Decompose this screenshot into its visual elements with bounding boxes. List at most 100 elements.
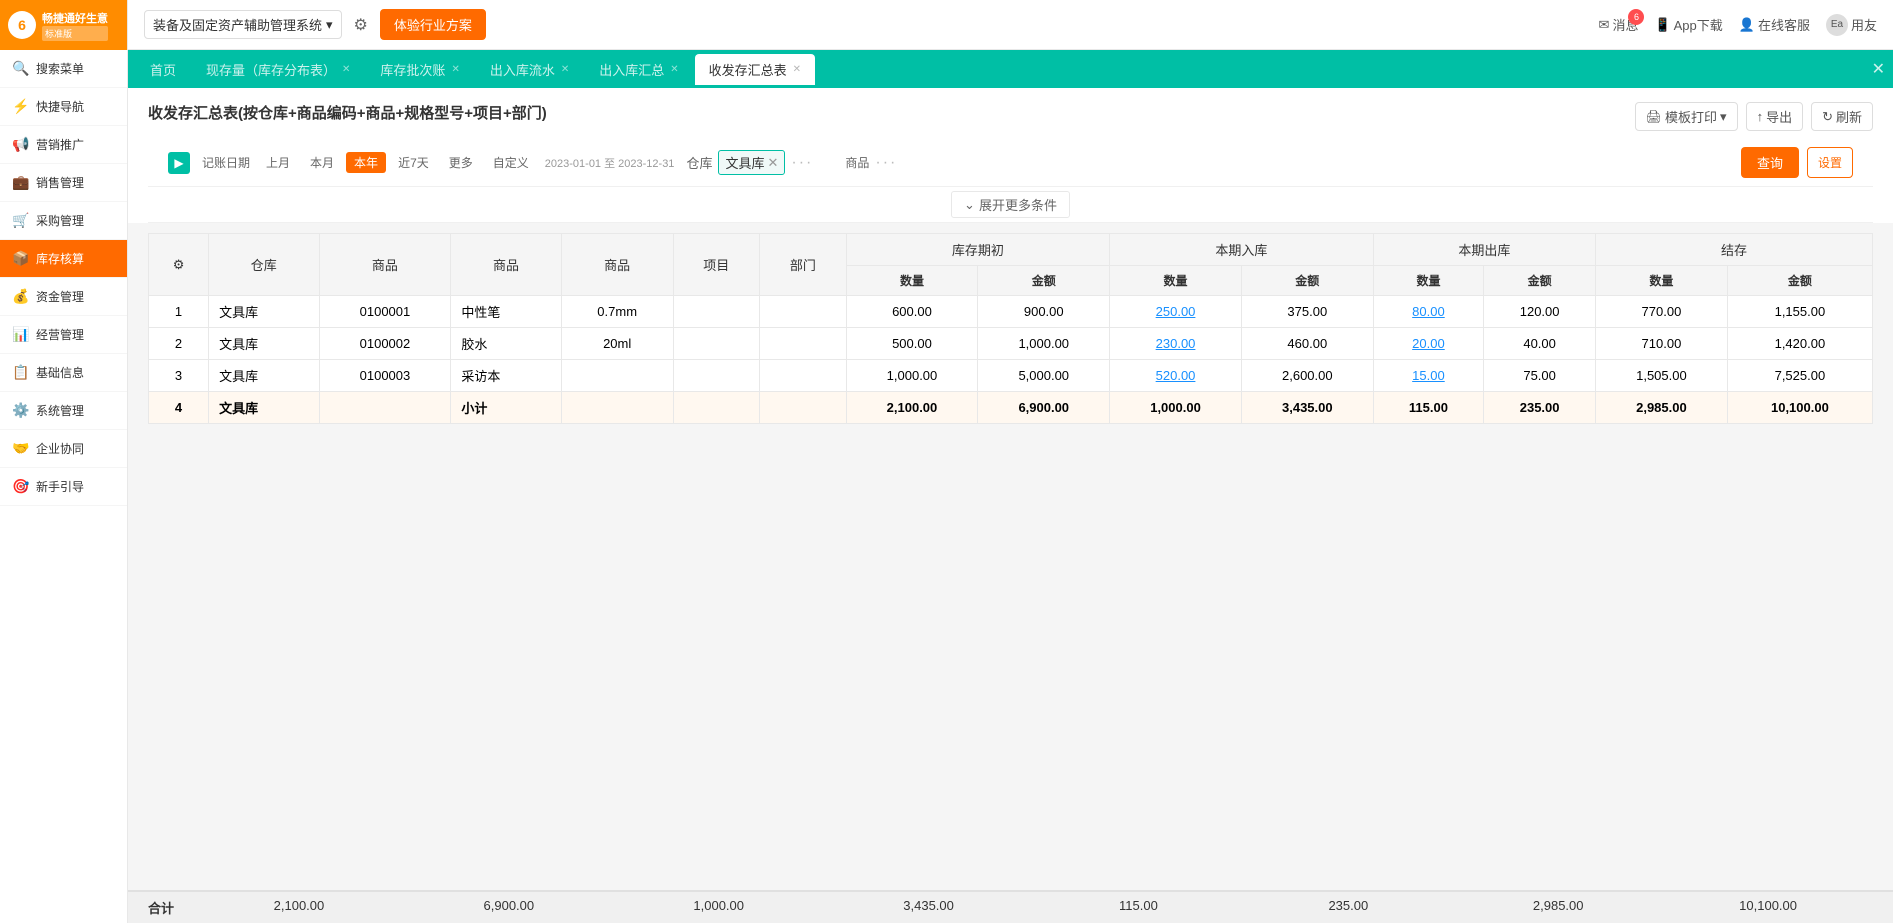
table-cell: 115.00 — [1373, 392, 1484, 424]
tab-close-5[interactable]: ✕ — [793, 64, 801, 75]
table-cell[interactable]: 80.00 — [1373, 296, 1484, 328]
settings-col-header[interactable]: ⚙ — [149, 234, 209, 296]
warehouse-tag[interactable]: 文具库 ✕ — [718, 150, 785, 175]
product-more-icon[interactable]: ··· — [875, 154, 897, 172]
settings-icon[interactable]: ⚙ — [354, 15, 368, 35]
message-badge: 6 — [1628, 9, 1644, 25]
open-amt-header: 金额 — [978, 266, 1110, 296]
tabbar: 首页现存量（库存分布表）✕库存批次账✕出入库流水✕出入库汇总✕收发存汇总表✕ ✕ — [128, 50, 1893, 88]
print-icon: 🖨 — [1646, 109, 1663, 125]
tab-2[interactable]: 库存批次账 ✕ — [366, 54, 473, 85]
sidebar-item-finance[interactable]: 💰资金管理 — [0, 278, 127, 316]
sidebar-item-system[interactable]: ⚙️系统管理 — [0, 392, 127, 430]
user-avatar: Ea — [1826, 14, 1848, 36]
sidebar-item-quick-nav[interactable]: ⚡快捷导航 — [0, 88, 127, 126]
row-warehouse: 文具库 — [209, 360, 319, 392]
warehouse-more-icon[interactable]: ··· — [791, 154, 813, 172]
sidebar-item-sales[interactable]: 💼销售管理 — [0, 164, 127, 202]
sidebar-label-search: 搜索菜单 — [36, 60, 84, 77]
date-opt-更多[interactable]: 更多 — [441, 152, 481, 173]
warehouse-filter: 仓库 文具库 ✕ ··· — [686, 150, 813, 175]
app-download-button[interactable]: 📱 App下载 — [1654, 15, 1722, 34]
row-bal-qty: 2,985.00 — [1596, 392, 1728, 424]
row-bal-qty: 770.00 — [1596, 296, 1728, 328]
date-opt-本月[interactable]: 本月 — [302, 152, 342, 173]
sidebar-label-inventory: 库存核算 — [36, 250, 84, 267]
spec-col-header: 商品 — [561, 234, 673, 296]
row-name: 胶水 — [451, 328, 561, 360]
sidebar-label-purchase: 采购管理 — [36, 212, 84, 229]
close-all-tabs-button[interactable]: ✕ — [1872, 59, 1885, 79]
sidebar-item-newbie[interactable]: 🎯新手引导 — [0, 468, 127, 506]
basic-icon: 📋 — [12, 364, 30, 381]
footer-out-amt: 235.00 — [1243, 898, 1453, 917]
table-row: 4 文具库 小计 2,100.00 6,900.00 1,000.00 3,43… — [149, 392, 1873, 424]
filter-collapse-button[interactable]: ▶ — [168, 152, 190, 174]
chevron-down-icon: ▾ — [326, 17, 333, 33]
table-cell[interactable]: 250.00 — [1110, 296, 1242, 328]
sidebar-label-enterprise: 企业协同 — [36, 440, 84, 457]
sidebar-label-newbie: 新手引导 — [36, 478, 84, 495]
table-cell[interactable]: 230.00 — [1110, 328, 1242, 360]
table-cell[interactable]: 15.00 — [1373, 360, 1484, 392]
system-select[interactable]: 装备及固定资产辅助管理系统 ▾ — [144, 10, 342, 39]
sidebar-item-inventory[interactable]: 📦 库存核算 — [0, 240, 127, 278]
row-open-amt: 5,000.00 — [978, 360, 1110, 392]
row-num: 1 — [149, 296, 209, 328]
tab-close-2[interactable]: ✕ — [451, 64, 459, 75]
sidebar-item-marketing[interactable]: 📢营销推广 — [0, 126, 127, 164]
quick-nav-icon: ⚡ — [12, 98, 30, 115]
sidebar: 6 畅捷通好生意 标准版 🔍搜索菜单⚡快捷导航📢营销推广💼销售管理🛒采购管理📦库… — [0, 0, 128, 923]
footer-open-qty: 2,100.00 — [194, 898, 404, 917]
tab-close-1[interactable]: ✕ — [342, 64, 350, 75]
row-project — [673, 296, 760, 328]
footer-out-qty: 115.00 — [1034, 898, 1244, 917]
row-bal-amt: 1,420.00 — [1727, 328, 1872, 360]
refresh-button[interactable]: ↻ 刷新 — [1811, 102, 1873, 131]
print-button[interactable]: 🖨 模板打印 ▾ — [1635, 102, 1738, 131]
tab-0[interactable]: 首页 — [136, 54, 190, 85]
sidebar-item-basic[interactable]: 📋 基础信息 — [0, 354, 127, 392]
row-name: 采访本 — [451, 360, 561, 392]
tab-label-2: 库存批次账 — [380, 60, 445, 79]
footer-bal-qty: 2,985.00 — [1453, 898, 1663, 917]
warehouse-tag-close-icon[interactable]: ✕ — [767, 155, 778, 171]
tab-1[interactable]: 现存量（库存分布表） ✕ — [192, 54, 364, 85]
table-cell[interactable]: 520.00 — [1110, 360, 1242, 392]
expand-conditions-button[interactable]: ⌄ 展开更多条件 — [951, 191, 1070, 218]
tab-close-3[interactable]: ✕ — [561, 64, 569, 75]
sidebar-item-operations[interactable]: 📊经营管理 — [0, 316, 127, 354]
tab-label-1: 现存量（库存分布表） — [206, 60, 336, 79]
online-service-button[interactable]: 👤 在线客服 — [1739, 15, 1810, 34]
message-button[interactable]: ✉ 消息 6 — [1599, 15, 1639, 34]
row-name: 中性笔 — [451, 296, 561, 328]
marketing-icon: 📢 — [12, 136, 30, 153]
date-opt-本年[interactable]: 本年 — [346, 152, 386, 173]
query-button[interactable]: 查询 — [1741, 147, 1799, 178]
row-code — [319, 392, 451, 424]
export-button[interactable]: ↑ 导出 — [1746, 102, 1804, 131]
query-actions: 查询 设置 — [1741, 147, 1853, 178]
date-opt-上月[interactable]: 上月 — [258, 152, 298, 173]
warehouse-tag-name: 文具库 — [725, 153, 764, 172]
row-spec — [561, 360, 673, 392]
date-opt-自定义[interactable]: 自定义 — [485, 152, 537, 173]
sidebar-item-search[interactable]: 🔍搜索菜单 — [0, 50, 127, 88]
table-cell[interactable]: 20.00 — [1373, 328, 1484, 360]
inventory-icon: 📦 — [12, 250, 30, 267]
table-area: ⚙ 仓库 商品 商品 商品 项目 部门 库存期初 本期入库 本期出库 结存 数量 — [128, 223, 1893, 890]
sidebar-label-basic: 基础信息 — [36, 364, 84, 381]
row-warehouse: 文具库 — [209, 296, 319, 328]
tab-4[interactable]: 出入库汇总✕ — [585, 54, 692, 85]
tab-5[interactable]: 收发存汇总表✕ — [695, 54, 815, 85]
sidebar-item-enterprise[interactable]: 🤝企业协同 — [0, 430, 127, 468]
bal-qty-header: 数量 — [1596, 266, 1728, 296]
tab-3[interactable]: 出入库流水✕ — [476, 54, 583, 85]
footer-open-amt: 6,900.00 — [404, 898, 614, 917]
date-opt-近7天[interactable]: 近7天 — [390, 152, 437, 173]
sidebar-item-purchase[interactable]: 🛒采购管理 — [0, 202, 127, 240]
tab-close-4[interactable]: ✕ — [670, 64, 678, 75]
user-menu[interactable]: Ea 用友 — [1826, 14, 1877, 36]
experience-button[interactable]: 体验行业方案 — [380, 9, 486, 40]
set-button[interactable]: 设置 — [1807, 147, 1853, 178]
